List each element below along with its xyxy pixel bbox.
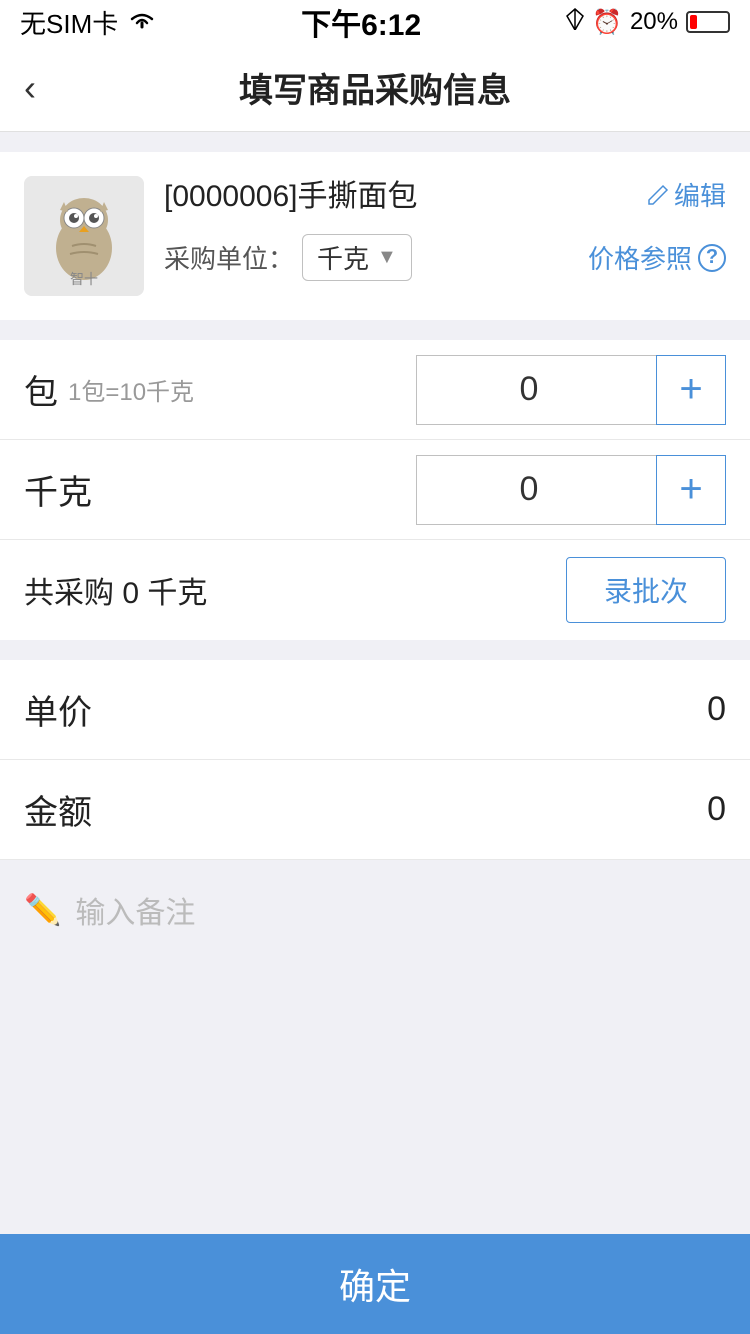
- svg-text:智十: 智十: [70, 271, 98, 287]
- nav-bar: ‹ 填写商品采购信息: [0, 44, 750, 132]
- section-divider-1: [0, 320, 750, 340]
- notes-area[interactable]: ✏️ 输入备注: [0, 860, 750, 960]
- kg-input-controls: +: [416, 455, 726, 525]
- status-bar: 无SIM卡 下午6:12 ⏰ 20%: [0, 0, 750, 44]
- status-left: 无SIM卡: [20, 4, 156, 41]
- product-header: [0000006]手撕面包 编辑: [164, 176, 726, 218]
- back-button[interactable]: ‹: [24, 67, 36, 109]
- unit-select[interactable]: 千克 ▼: [302, 234, 412, 281]
- edit-button[interactable]: 编辑: [646, 176, 726, 213]
- carrier-text: 无SIM卡: [20, 4, 118, 41]
- price-section: 单价 0 金额 0: [0, 660, 750, 860]
- unit-label: 采购单位：: [164, 239, 294, 276]
- amount-label: 金额: [24, 785, 92, 834]
- bag-label: 包 1包=10千克: [24, 365, 194, 414]
- pencil-icon: ✏️: [24, 893, 61, 928]
- kg-quantity-input[interactable]: [416, 455, 656, 525]
- amount-row: 金额 0: [0, 760, 750, 860]
- battery-percent: 20%: [630, 8, 678, 36]
- bag-input-controls: +: [416, 355, 726, 425]
- empty-content-area: [0, 960, 750, 1280]
- info-icon: ?: [698, 244, 726, 272]
- notes-placeholder: 输入备注: [75, 888, 195, 932]
- wifi-icon: [128, 7, 156, 38]
- unit-price-value: 0: [707, 690, 726, 729]
- bag-hint: 1包=10千克: [68, 372, 194, 407]
- status-time: 下午6:12: [301, 0, 421, 44]
- product-unit-row: 采购单位： 千克 ▼ 价格参照 ?: [164, 234, 726, 281]
- product-card: 智十 [0000006]手撕面包 编辑 采购单位： 千克 ▼ 价格参照: [0, 152, 750, 320]
- battery-icon: [686, 11, 730, 33]
- summary-text: 共采购 0 千克: [24, 568, 207, 612]
- bag-input-row: 包 1包=10千克 +: [0, 340, 750, 440]
- bag-quantity-input[interactable]: [416, 355, 656, 425]
- kg-label: 千克: [24, 465, 92, 514]
- product-info: [0000006]手撕面包 编辑 采购单位： 千克 ▼ 价格参照 ?: [164, 176, 726, 281]
- input-section: 包 1包=10千克 + 千克 + 共采购 0 千克 录批次: [0, 340, 750, 640]
- status-right: ⏰ 20%: [566, 8, 730, 37]
- kg-plus-button[interactable]: +: [656, 455, 726, 525]
- location-icon: [566, 8, 584, 37]
- unit-price-label: 单价: [24, 685, 92, 734]
- section-divider-2: [0, 640, 750, 660]
- product-name: [0000006]手撕面包: [164, 176, 417, 218]
- summary-row: 共采购 0 千克 录批次: [0, 540, 750, 640]
- unit-price-row: 单价 0: [0, 660, 750, 760]
- record-batch-button[interactable]: 录批次: [566, 557, 726, 623]
- confirm-button[interactable]: 确定: [0, 1234, 750, 1334]
- kg-input-row: 千克 +: [0, 440, 750, 540]
- product-image: 智十: [24, 176, 144, 296]
- price-reference-button[interactable]: 价格参照 ?: [588, 239, 726, 276]
- bag-plus-button[interactable]: +: [656, 355, 726, 425]
- amount-value: 0: [707, 790, 726, 829]
- alarm-icon: ⏰: [592, 8, 622, 37]
- dropdown-arrow-icon: ▼: [377, 246, 397, 269]
- page-title: 填写商品采购信息: [239, 63, 511, 112]
